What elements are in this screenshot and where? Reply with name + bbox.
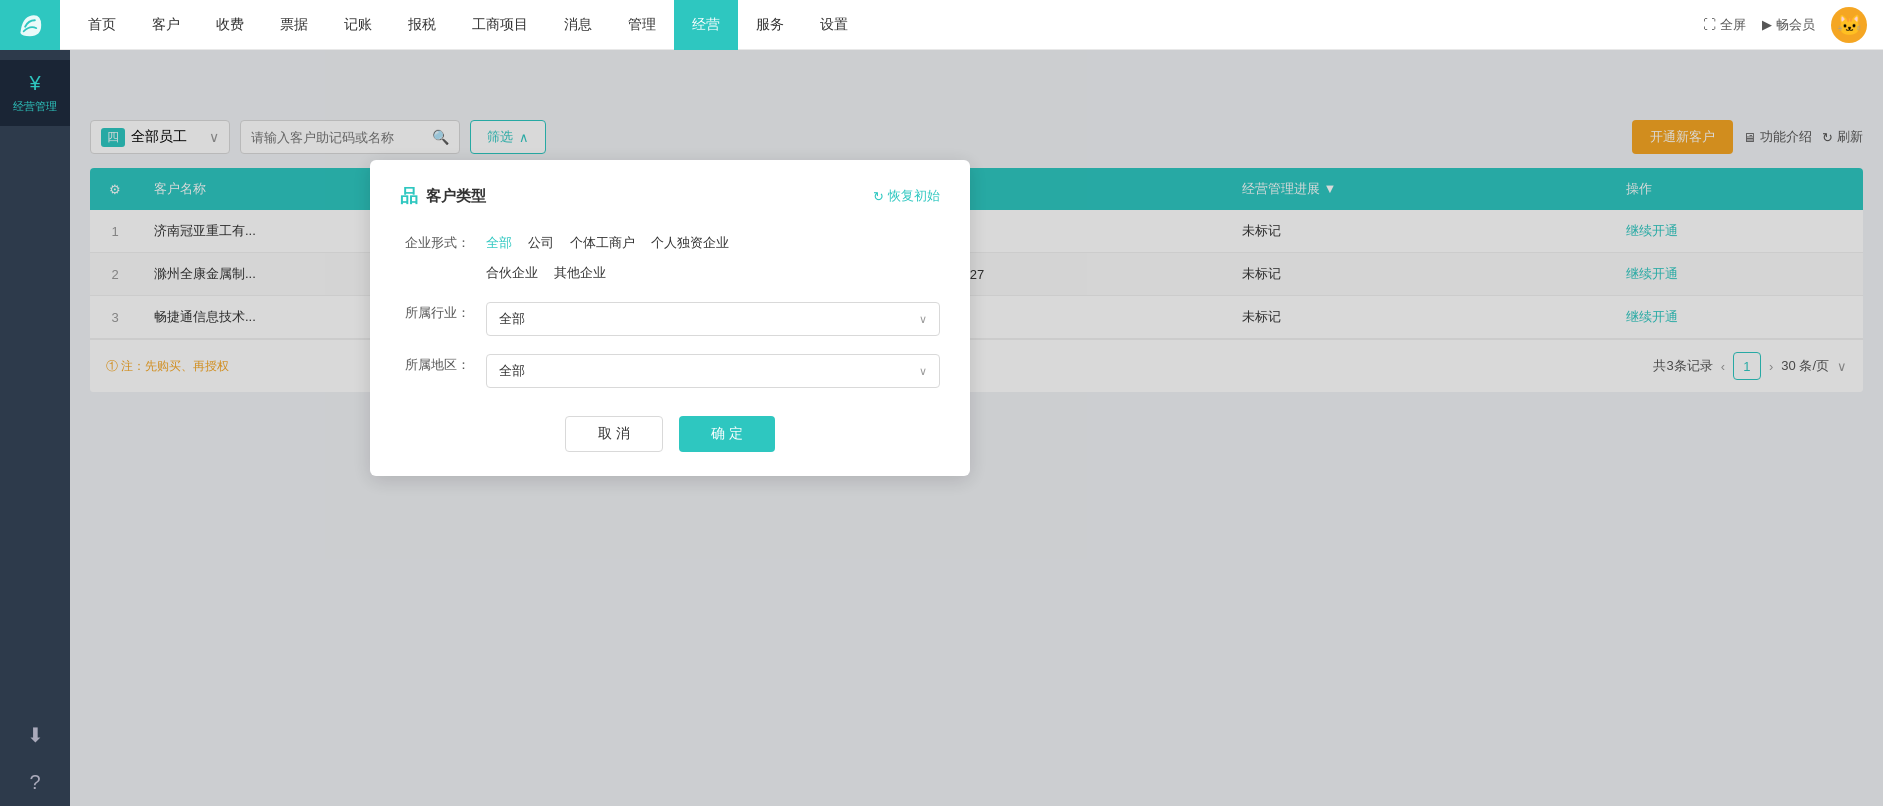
- nav-message[interactable]: 消息: [546, 0, 610, 50]
- fullscreen-label: 全屏: [1720, 16, 1746, 34]
- enterprise-form-label: 企业形式：: [400, 232, 470, 252]
- enterprise-opt-individual[interactable]: 个体工商户: [570, 232, 635, 254]
- reset-icon: ↻: [873, 189, 884, 204]
- operation-icon: ¥: [29, 72, 40, 95]
- nav-operation[interactable]: 经营: [674, 0, 738, 50]
- member-label: 畅会员: [1776, 16, 1815, 34]
- cancel-button[interactable]: 取 消: [565, 416, 663, 452]
- reset-label: 恢复初始: [888, 187, 940, 205]
- enterprise-opt-company[interactable]: 公司: [528, 232, 554, 254]
- member-btn[interactable]: ▶ 畅会员: [1762, 16, 1815, 34]
- avatar[interactable]: 🐱: [1831, 7, 1867, 43]
- sidebar-bottom: ⬇ ?: [27, 711, 44, 806]
- customer-type-modal: 品 客户类型 ↻ 恢复初始 企业形式： 全部 公司 个体工商户 个人独资企业 合…: [370, 160, 970, 476]
- logo: [0, 0, 60, 50]
- enterprise-options: 全部 公司 个体工商户 个人独资企业 合伙企业 其他企业: [486, 232, 940, 284]
- nav-service[interactable]: 服务: [738, 0, 802, 50]
- enterprise-options-list: 全部 公司 个体工商户 个人独资企业: [486, 232, 940, 254]
- nav-invoice[interactable]: 票据: [262, 0, 326, 50]
- modal-title-text: 客户类型: [426, 187, 486, 206]
- region-label: 所属地区：: [400, 354, 470, 374]
- fullscreen-btn[interactable]: ⛶ 全屏: [1703, 16, 1746, 34]
- sidebar-help[interactable]: ?: [27, 759, 44, 806]
- sidebar-download[interactable]: ⬇: [27, 711, 44, 759]
- enterprise-opt-all[interactable]: 全部: [486, 232, 512, 254]
- nav-manage[interactable]: 管理: [610, 0, 674, 50]
- nav-customer[interactable]: 客户: [134, 0, 198, 50]
- modal-title: 品 客户类型: [400, 184, 486, 208]
- modal-header: 品 客户类型 ↻ 恢复初始: [400, 184, 940, 208]
- nav-billing[interactable]: 收费: [198, 0, 262, 50]
- nav-bookkeeping[interactable]: 记账: [326, 0, 390, 50]
- industry-label: 所属行业：: [400, 302, 470, 322]
- confirm-button[interactable]: 确 定: [679, 416, 775, 452]
- sidebar: ¥ 经营管理 ⬇ ?: [0, 50, 70, 806]
- industry-chevron-icon: ∨: [919, 313, 927, 326]
- nav-tax[interactable]: 报税: [390, 0, 454, 50]
- nav-home[interactable]: 首页: [70, 0, 134, 50]
- modal-overlay: 品 客户类型 ↻ 恢复初始 企业形式： 全部 公司 个体工商户 个人独资企业 合…: [70, 50, 1883, 806]
- enterprise-opt-sole[interactable]: 个人独资企业: [651, 232, 729, 254]
- download-icon: ⬇: [27, 723, 44, 747]
- enterprise-opt-partnership[interactable]: 合伙企业: [486, 262, 538, 284]
- region-content: 全部 ∨: [486, 354, 940, 388]
- nav-settings[interactable]: 设置: [802, 0, 866, 50]
- industry-select[interactable]: 全部 ∨: [486, 302, 940, 336]
- industry-content: 全部 ∨: [486, 302, 940, 336]
- modal-title-icon: 品: [400, 184, 418, 208]
- nav-right: ⛶ 全屏 ▶ 畅会员 🐱: [1703, 7, 1867, 43]
- nav-items: 首页 客户 收费 票据 记账 报税 工商项目 消息 管理 经营 服务 设置: [70, 0, 1703, 50]
- industry-form-row: 所属行业： 全部 ∨: [400, 302, 940, 336]
- modal-reset-btn[interactable]: ↻ 恢复初始: [873, 187, 940, 205]
- region-select[interactable]: 全部 ∨: [486, 354, 940, 388]
- enterprise-opt-other[interactable]: 其他企业: [554, 262, 606, 284]
- region-chevron-icon: ∨: [919, 365, 927, 378]
- sidebar-item-operation[interactable]: ¥ 经营管理: [0, 60, 70, 126]
- top-nav: 首页 客户 收费 票据 记账 报税 工商项目 消息 管理 经营 服务 设置 ⛶ …: [0, 0, 1883, 50]
- enterprise-form-row: 企业形式： 全部 公司 个体工商户 个人独资企业 合伙企业 其他企业: [400, 232, 940, 284]
- help-icon: ?: [29, 771, 40, 794]
- enterprise-options-list-2: 合伙企业 其他企业: [486, 262, 940, 284]
- sidebar-item-label: 经营管理: [13, 99, 57, 114]
- region-value: 全部: [499, 362, 525, 380]
- nav-business[interactable]: 工商项目: [454, 0, 546, 50]
- industry-value: 全部: [499, 310, 525, 328]
- fullscreen-icon: ⛶: [1703, 17, 1716, 32]
- modal-footer: 取 消 确 定: [400, 416, 940, 452]
- member-icon: ▶: [1762, 17, 1772, 32]
- region-form-row: 所属地区： 全部 ∨: [400, 354, 940, 388]
